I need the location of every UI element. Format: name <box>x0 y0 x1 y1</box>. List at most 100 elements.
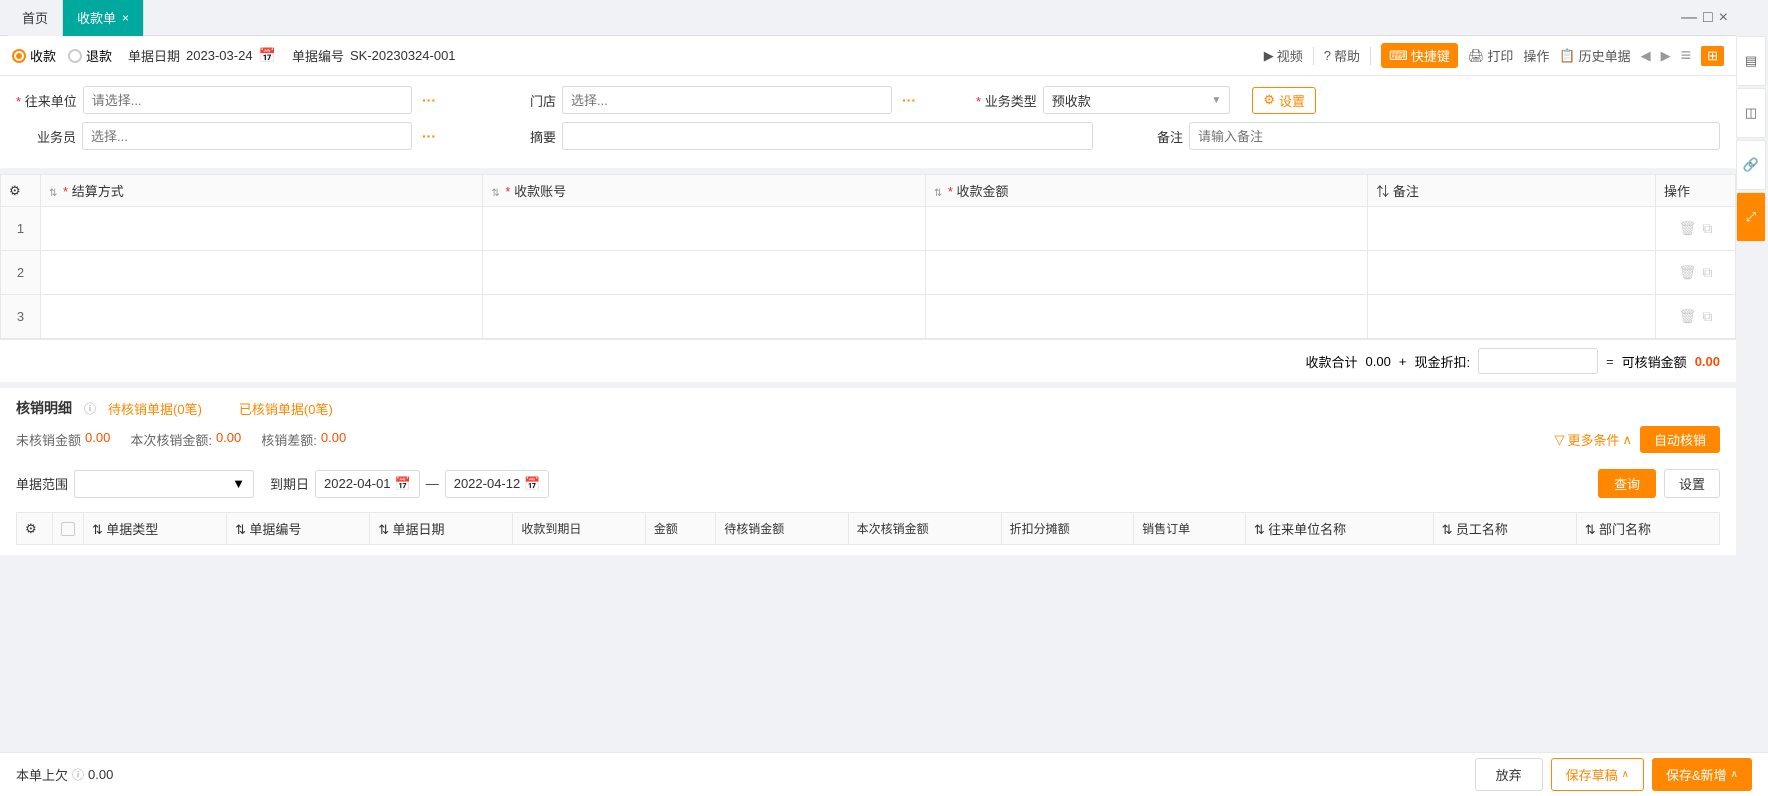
settings-button[interactable]: ⚙ 设置 <box>1252 87 1316 114</box>
grid-icon: ⊞ <box>1707 48 1718 63</box>
table-settings-col[interactable]: ⚙ <box>1 175 41 207</box>
store-more-icon[interactable]: ··· <box>902 92 916 108</box>
tab-shoukuan[interactable]: 收款单 × <box>63 0 144 36</box>
row-2-delete-icon[interactable]: 🗑 <box>1679 264 1697 281</box>
list-view-icon[interactable]: ≡ <box>1681 45 1692 66</box>
row-2-copy-icon[interactable]: ⧉ <box>1702 264 1712 281</box>
save-draft-button[interactable]: 保存草稿 ∧ <box>1551 758 1644 791</box>
bt-settings-col[interactable]: ⚙ <box>17 513 53 545</box>
row-1-copy-icon[interactable]: ⧉ <box>1702 220 1712 237</box>
radio-shoukuan[interactable]: 收款 <box>12 46 56 65</box>
footer-actions: 放弃 保存草稿 ∧ 保存&新增 ∧ <box>1475 758 1752 791</box>
right-sidebar: ▤ ◫ 🔗 ⤢ <box>1736 36 1768 242</box>
required-star-1: * <box>16 94 21 109</box>
row-3-settlement[interactable] <box>41 295 483 339</box>
sidebar-tool-2[interactable]: ◫ <box>1736 88 1766 138</box>
summary-field: 摘要 <box>496 122 1093 150</box>
date-field: 单据日期 2023-03-24 📅 <box>128 46 276 65</box>
date-label: 单据日期 <box>128 46 180 65</box>
auto-verify-btn[interactable]: 自动核销 <box>1640 426 1720 453</box>
diff-stat: 核销差额: 0.00 <box>261 430 346 449</box>
row-2-account[interactable] <box>483 251 925 295</box>
filter-row: 单据范围 ▼ 到期日 2022-04-01 📅 — 2022-04-12 📅 <box>16 463 1720 504</box>
video-btn[interactable]: ▶ 视频 <box>1264 46 1303 65</box>
row-3-delete-icon[interactable]: 🗑 <box>1679 308 1697 325</box>
history-btn[interactable]: 📋 历史单据 <box>1559 46 1630 65</box>
nav-right-icon[interactable]: ▶ <box>1661 48 1671 64</box>
divider1 <box>1313 47 1314 65</box>
toolbar-right: ▶ 视频 ? 帮助 ⌨ 快捷键 🖨 打印 操作 📋 历史单据 <box>1264 43 1724 68</box>
counterpart-more-icon[interactable]: ··· <box>422 92 436 108</box>
radio-shoukuan-label: 收款 <box>30 46 56 65</box>
done-tab[interactable]: 已核销单据(0笔) <box>239 399 333 418</box>
select-all-checkbox[interactable] <box>61 522 75 536</box>
date-range-field: 到期日 2022-04-01 📅 — 2022-04-12 📅 <box>270 470 549 498</box>
staff-more-icon[interactable]: ··· <box>422 128 436 144</box>
bt-type-header: ⇅ 单据类型 <box>84 513 227 545</box>
more-conditions-btn[interactable]: ▽ 更多条件 ∧ <box>1554 430 1632 449</box>
row-3-account[interactable] <box>483 295 925 339</box>
row-3-actions: 🗑 ⧉ <box>1656 295 1736 339</box>
row-3-copy-icon[interactable]: ⧉ <box>1702 308 1712 325</box>
radio-tuikuan[interactable]: 退款 <box>68 46 112 65</box>
table-settings-icon: ⚙ <box>9 183 21 198</box>
bt-due-header: 收款到期日 <box>513 513 645 545</box>
counterpart-input[interactable] <box>83 86 412 114</box>
date-from-picker[interactable]: 2022-04-01 📅 <box>315 470 420 498</box>
sidebar-tool-3[interactable]: 🔗 <box>1736 140 1766 190</box>
bt-amount-header: 金额 <box>645 513 716 545</box>
row-2-settlement[interactable] <box>41 251 483 295</box>
bt-num-sort: ⇅ <box>235 522 246 537</box>
sidebar-tool-4[interactable]: ⤢ <box>1736 192 1766 242</box>
footer-info-icon[interactable]: ⓘ <box>72 766 84 783</box>
row-2-amount[interactable] <box>925 251 1367 295</box>
tab-home[interactable]: 首页 <box>8 0 63 36</box>
print-btn[interactable]: 🖨 打印 <box>1468 46 1514 65</box>
divider2 <box>1370 47 1371 65</box>
sidebar-tool-2-icon: ◫ <box>1745 105 1757 121</box>
row-3-amount[interactable] <box>925 295 1367 339</box>
verify-title: 核销明细 <box>16 398 72 418</box>
summary-equals: = <box>1606 354 1614 369</box>
biztype-select[interactable]: 预收款 ▼ <box>1043 86 1231 114</box>
row-1-amount[interactable] <box>925 207 1367 251</box>
verify-header: 核销明细 ⓘ 待核销单据(0笔) 已核销单据(0笔) <box>16 398 1720 418</box>
shortcut-label: 快捷键 <box>1411 46 1450 65</box>
nav-left-icon[interactable]: ◀ <box>1641 48 1651 64</box>
grid-view-btn[interactable]: ⊞ <box>1701 46 1724 66</box>
row-1-remark[interactable] <box>1368 207 1656 251</box>
window-minimize-icon[interactable]: — <box>1681 9 1697 27</box>
filter-settings-button[interactable]: 设置 <box>1664 469 1720 498</box>
pending-tab[interactable]: 待核销单据(0笔) <box>108 399 202 418</box>
window-close-icon[interactable]: × <box>1719 9 1728 27</box>
staff-input[interactable] <box>82 122 412 150</box>
summary-verifiable-value: 0.00 <box>1695 354 1720 369</box>
range-select[interactable]: ▼ <box>74 470 254 498</box>
col-account-header: ⇅ * 收款账号 <box>483 175 925 207</box>
data-table-section: ⚙ ⇅ * 结算方式 ⇅ * 收款账号 ⇅ * 收款 <box>0 174 1736 339</box>
verify-info-icon[interactable]: ⓘ <box>84 400 96 417</box>
bt-staff-sort: ⇅ <box>1442 522 1453 537</box>
date-calendar-icon[interactable]: 📅 <box>259 47 276 64</box>
bt-staff-header: ⇅ 员工名称 <box>1433 513 1576 545</box>
abandon-button[interactable]: 放弃 <box>1475 758 1543 791</box>
summary-input[interactable] <box>562 122 1093 150</box>
row-3-remark[interactable] <box>1368 295 1656 339</box>
row-1-delete-icon[interactable]: 🗑 <box>1679 220 1697 237</box>
remark-input[interactable] <box>1189 122 1720 150</box>
tab-close-icon[interactable]: × <box>122 11 129 25</box>
save-new-button[interactable]: 保存&新增 ∧ <box>1652 758 1752 791</box>
shortcut-btn[interactable]: ⌨ 快捷键 <box>1381 43 1458 68</box>
row-2-remark[interactable] <box>1368 251 1656 295</box>
help-btn[interactable]: ? 帮助 <box>1324 46 1360 65</box>
sidebar-tool-1[interactable]: ▤ <box>1736 36 1766 86</box>
row-1-account[interactable] <box>483 207 925 251</box>
operation-btn[interactable]: 操作 <box>1523 46 1549 65</box>
row-1-settlement[interactable] <box>41 207 483 251</box>
bt-dept-header: ⇅ 部门名称 <box>1576 513 1719 545</box>
date-to-picker[interactable]: 2022-04-12 📅 <box>445 470 550 498</box>
query-button[interactable]: 查询 <box>1598 469 1656 498</box>
window-maximize-icon[interactable]: □ <box>1703 9 1713 27</box>
summary-discount-input[interactable] <box>1478 348 1598 374</box>
store-input[interactable] <box>562 86 892 114</box>
